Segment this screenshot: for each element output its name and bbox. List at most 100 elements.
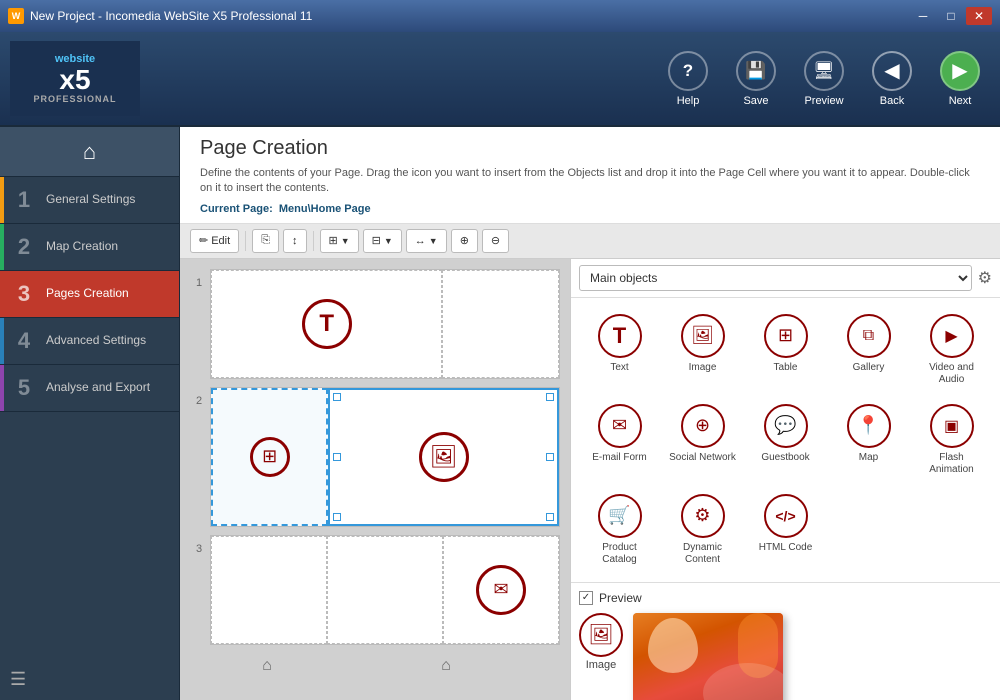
add-col-button[interactable]: ⊟▼ [363, 229, 402, 253]
object-product-catalog[interactable]: 🛒 Product Catalog [581, 488, 658, 572]
back-button[interactable]: ◀ Back [862, 46, 922, 112]
cell-2-1[interactable]: ⊞ [211, 388, 328, 526]
cell-1-1[interactable]: T [211, 270, 442, 378]
sidebar-item-advanced-settings[interactable]: 4 Advanced Settings [0, 318, 179, 365]
cell-3-1[interactable] [211, 536, 327, 644]
help-label: Help [677, 95, 700, 107]
handle-tl[interactable] [333, 393, 341, 401]
object-social-network[interactable]: ⊕ Social Network [664, 398, 741, 482]
add-row-button[interactable]: ⊞▼ [320, 229, 359, 253]
sidebar-bottom: ☰ [0, 659, 179, 700]
cell-3-3[interactable]: ✉ [443, 536, 559, 644]
handle-bl[interactable] [333, 513, 341, 521]
object-gallery[interactable]: ⧉ Gallery [830, 308, 907, 392]
face-shape [648, 618, 698, 673]
sidebar-home-button[interactable]: ⌂ [0, 127, 179, 177]
handle-br[interactable] [546, 513, 554, 521]
step4-num: 4 [12, 330, 36, 352]
sidebar-item-pages-creation[interactable]: 3 Pages Creation [0, 271, 179, 318]
page-canvas: 1 T 2 ⊞ � [180, 259, 570, 700]
close-button[interactable]: ✕ [966, 7, 992, 25]
content-header: Page Creation Define the contents of you… [180, 127, 1000, 224]
preview-photo [633, 613, 783, 700]
step1-num: 1 [12, 189, 36, 211]
save-label: Save [743, 95, 768, 107]
gallery-object-icon: ⧉ [847, 314, 891, 358]
handle-mr[interactable] [546, 453, 554, 461]
objects-header: Main objects ⚙ [571, 259, 1000, 298]
text-object-label: Text [610, 362, 628, 374]
split-button[interactable]: ⊖ [482, 229, 509, 253]
window-title: New Project - Incomedia WebSite X5 Profe… [30, 9, 312, 23]
next-button[interactable]: ▶ Next [930, 46, 990, 112]
current-page-value: Menu\Home Page [279, 203, 371, 215]
video-audio-object-label: Video and Audio [917, 362, 986, 386]
resize-button[interactable]: ↔▼ [406, 229, 447, 253]
object-guestbook[interactable]: 💬 Guestbook [747, 398, 824, 482]
object-table[interactable]: ⊞ Table [747, 308, 824, 392]
page-row-2: ⊞ 🖼 [210, 387, 560, 527]
sidebar-item-analyse-export[interactable]: 5 Analyse and Export [0, 365, 179, 412]
preview-checkbox[interactable]: ✓ [579, 591, 593, 605]
objects-panel: Main objects ⚙ T Text 🖼 Image ⊞ [570, 259, 1000, 700]
step5-indicator [0, 365, 4, 411]
edit-button[interactable]: ✏ Edit [190, 229, 239, 253]
footer-spacer [190, 653, 208, 661]
handle-ml[interactable] [333, 453, 341, 461]
step5-label: Analyse and Export [46, 380, 150, 396]
object-html-code[interactable]: </> HTML Code [747, 488, 824, 572]
step3-num: 3 [12, 283, 36, 305]
sidebar-item-general-settings[interactable]: 1 General Settings [0, 177, 179, 224]
add-col-icon: ⊟ [372, 234, 381, 247]
qr-cell-icon: ⊞ [250, 437, 290, 477]
preview-button[interactable]: 🖥 Preview [794, 46, 854, 112]
row2-container: 2 ⊞ 🖼 [190, 387, 560, 527]
help-button[interactable]: ? Help [658, 46, 718, 112]
object-video-audio[interactable]: ▶ Video and Audio [913, 308, 990, 392]
objects-settings-icon[interactable]: ⚙ [978, 268, 992, 288]
page-title: Page Creation [200, 137, 980, 160]
sidebar-item-map-creation[interactable]: 2 Map Creation [0, 224, 179, 271]
objects-dropdown[interactable]: Main objects [579, 265, 972, 291]
add-row-icon: ⊞ [329, 234, 338, 247]
split-icon: ⊖ [491, 234, 500, 247]
save-button[interactable]: 💾 Save [726, 46, 786, 112]
cell-3-2[interactable] [327, 536, 443, 644]
step2-label: Map Creation [46, 239, 118, 255]
object-flash-animation[interactable]: ▣ Flash Animation [913, 398, 990, 482]
html-code-object-icon: </> [764, 494, 808, 538]
email-cell-icon: ✉ [476, 565, 526, 615]
handle-tr[interactable] [546, 393, 554, 401]
maximize-button[interactable]: □ [938, 7, 964, 25]
cell-1-2[interactable] [442, 270, 559, 378]
move-down-icon: ↕ [292, 235, 298, 247]
object-image[interactable]: 🖼 Image [664, 308, 741, 392]
minimize-button[interactable]: ─ [910, 7, 936, 25]
current-page-line: Current Page: Menu\Home Page [200, 203, 980, 215]
edit-label: Edit [211, 235, 230, 247]
copy-icon: ⎘ [261, 234, 270, 247]
object-text[interactable]: T Text [581, 308, 658, 392]
cell-2-2[interactable]: 🖼 [328, 388, 559, 526]
copy-button[interactable]: ⎘ [252, 229, 279, 253]
image-object-icon: 🖼 [681, 314, 725, 358]
separator2 [313, 231, 314, 251]
merge-button[interactable]: ⊕ [451, 229, 478, 253]
add-row-arrow: ▼ [341, 236, 350, 246]
preview-label: Preview [599, 591, 642, 605]
table-object-icon: ⊞ [764, 314, 808, 358]
footer-home-icon-right: ⌂ [441, 657, 451, 675]
guestbook-object-icon: 💬 [764, 404, 808, 448]
back-label: Back [880, 95, 904, 107]
object-map[interactable]: 📍 Map [830, 398, 907, 482]
object-email-form[interactable]: ✉ E-mail Form [581, 398, 658, 482]
text-cell-icon: T [302, 299, 352, 349]
object-dynamic-content[interactable]: ⚙ Dynamic Content [664, 488, 741, 572]
menu-icon[interactable]: ☰ [10, 669, 26, 690]
next-icon: ▶ [940, 51, 980, 91]
title-bar: W New Project - Incomedia WebSite X5 Pro… [0, 0, 1000, 32]
move-down-button[interactable]: ↕ [283, 229, 307, 253]
logo-professional: PROFESSIONAL [33, 94, 116, 105]
flash-animation-object-label: Flash Animation [917, 452, 986, 476]
dynamic-content-object-label: Dynamic Content [668, 542, 737, 566]
